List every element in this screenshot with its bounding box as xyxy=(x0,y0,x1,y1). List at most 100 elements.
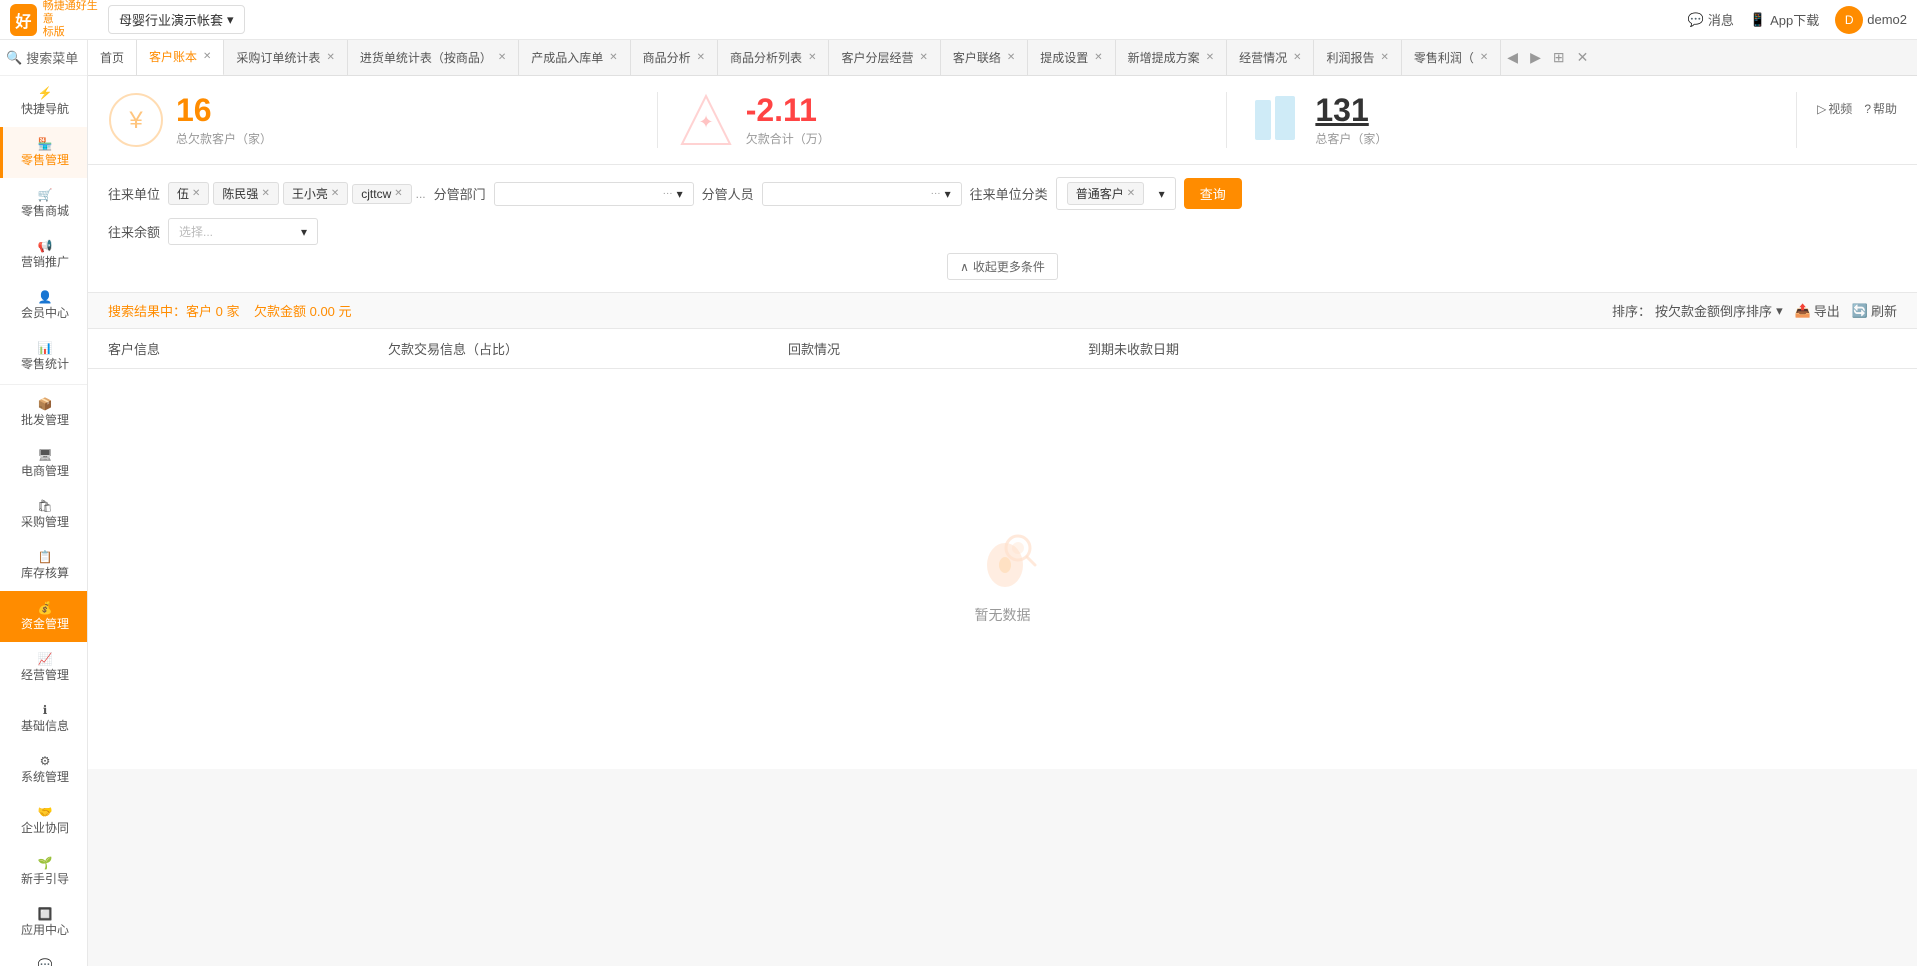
results-info: 搜索结果中：客户 0 家 欠款金额 0.00 元 xyxy=(108,301,352,320)
inventory-icon: 📋 xyxy=(9,550,81,564)
department-select[interactable]: ··· ▾ xyxy=(494,182,694,206)
debt-amount: -2.11 xyxy=(746,94,830,126)
export-button[interactable]: 📤 导出 xyxy=(1795,301,1840,320)
tab-operations[interactable]: 经营情况 ✕ xyxy=(1227,40,1314,76)
sidebar-item-marketing[interactable]: 📢 营销推广 xyxy=(0,229,87,280)
tab-product-analysis[interactable]: 商品分析 ✕ xyxy=(631,40,718,76)
tab-close-icon[interactable]: ✕ xyxy=(808,52,816,63)
tab-close-icon[interactable]: ✕ xyxy=(697,52,705,63)
sidebar-item-basic-info[interactable]: ℹ 基础信息 xyxy=(0,693,87,744)
tab-close-icon[interactable]: ✕ xyxy=(1480,52,1488,63)
sidebar-item-newbie[interactable]: 🌱 新手引导 xyxy=(0,846,87,897)
message-button[interactable]: 💬 消息 xyxy=(1688,10,1734,29)
tab-product-inbound[interactable]: 产成品入库单 ✕ xyxy=(519,40,630,76)
tab-product-analysis-list[interactable]: 商品分析列表 ✕ xyxy=(718,40,829,76)
sidebar-item-inventory[interactable]: 📋 库存核算 xyxy=(0,540,87,591)
debt-stat-numbers: -2.11 欠款合计（万） xyxy=(746,94,830,147)
sidebar: 🔍 搜索菜单 ⚡ 快捷导航 🏪 零售管理 🛒 零售商城 📢 营销推广 👤 会员中… xyxy=(0,40,88,966)
tab-home[interactable]: 首页 xyxy=(88,40,137,76)
filter-more-tags[interactable]: ... xyxy=(416,187,426,201)
help-link[interactable]: ? 帮助 xyxy=(1864,100,1897,117)
top-bar: 好 畅捷通好生意 标版 母婴行业演示帐套 ▾ 💬 消息 📱 App下载 D de… xyxy=(0,0,1917,40)
sidebar-item-app-center[interactable]: 🔲 应用中心 xyxy=(0,897,87,948)
tab-profit-report[interactable]: 利润报告 ✕ xyxy=(1314,40,1401,76)
col-repayment: 回款情况 xyxy=(788,339,1088,358)
tab-new-promotion[interactable]: 新增提成方案 ✕ xyxy=(1116,40,1227,76)
sidebar-item-operations[interactable]: 📈 经营管理 xyxy=(0,642,87,693)
tab-customer-contact[interactable]: 客户联络 ✕ xyxy=(941,40,1028,76)
tab-close-all-icon[interactable]: ✕ xyxy=(1571,49,1595,66)
play-icon: ▷ xyxy=(1817,102,1826,116)
video-link[interactable]: ▷ 视频 xyxy=(1817,100,1852,117)
empty-text: 暂无数据 xyxy=(975,605,1031,625)
filter-tag-wang[interactable]: 王小亮 ✕ xyxy=(283,182,348,205)
tab-customer-accounts[interactable]: 客户账本 ✕ xyxy=(137,40,224,76)
collapse-button[interactable]: ∧ 收起更多条件 xyxy=(947,253,1058,280)
total-count: 131 xyxy=(1315,94,1387,126)
balance-select[interactable]: 选择... ▾ xyxy=(168,218,318,245)
tab-close-icon[interactable]: ✕ xyxy=(1094,52,1102,63)
tab-close-icon[interactable]: ✕ xyxy=(1007,52,1015,63)
refresh-button[interactable]: 🔄 刷新 xyxy=(1852,301,1897,320)
filter-tag-cjttcw[interactable]: cjttcw ✕ xyxy=(352,184,411,204)
col-overdue-date: 到期未收款日期 xyxy=(1088,339,1897,358)
tab-expand-icon[interactable]: ⊞ xyxy=(1547,49,1571,66)
filter-tag-wu[interactable]: 伍 ✕ xyxy=(168,182,209,205)
tab-promotion-settings[interactable]: 提成设置 ✕ xyxy=(1028,40,1115,76)
sidebar-item-enterprise-coop[interactable]: 🤝 企业协同 xyxy=(0,795,87,846)
unit-type-select[interactable]: 普通客户 ✕ ▾ xyxy=(1056,177,1176,210)
query-button[interactable]: 查询 xyxy=(1184,178,1242,209)
wechat-icon: 💬 xyxy=(9,958,81,966)
tab-inbound-stats[interactable]: 进货单统计表（按商品） ✕ xyxy=(348,40,519,76)
sidebar-item-retail[interactable]: 🏪 零售管理 xyxy=(0,127,87,178)
mall-icon: 🛒 xyxy=(9,188,81,202)
balance-label: 往来余额 xyxy=(108,222,160,241)
logo-area: 好 畅捷通好生意 标版 xyxy=(10,0,98,39)
tab-customer-segment[interactable]: 客户分层经营 ✕ xyxy=(829,40,940,76)
app-download-button[interactable]: 📱 App下载 xyxy=(1750,10,1819,29)
sidebar-item-quick-nav[interactable]: ⚡ 快捷导航 xyxy=(0,76,87,127)
tab-close-icon[interactable]: ✕ xyxy=(1293,52,1301,63)
manager-select[interactable]: ··· ▾ xyxy=(762,182,962,206)
sidebar-item-system[interactable]: ⚙ 系统管理 xyxy=(0,744,87,795)
account-selector[interactable]: 母婴行业演示帐套 ▾ xyxy=(108,5,245,34)
tab-close-icon[interactable]: ✕ xyxy=(498,52,506,63)
tab-nav-right[interactable]: ▶ xyxy=(1524,49,1547,66)
tab-bar: 首页 客户账本 ✕ 采购订单统计表 ✕ 进货单统计表（按商品） ✕ 产成品入库单… xyxy=(88,40,1917,76)
tag-close-icon[interactable]: ✕ xyxy=(394,188,402,199)
tab-close-icon[interactable]: ✕ xyxy=(609,52,617,63)
filter-tag-chen[interactable]: 陈民强 ✕ xyxy=(213,182,278,205)
sidebar-item-member[interactable]: 👤 会员中心 xyxy=(0,280,87,331)
sidebar-item-finance[interactable]: 💰 资金管理 xyxy=(0,591,87,642)
sidebar-item-purchase[interactable]: 🛍 采购管理 xyxy=(0,489,87,540)
search-menu-item[interactable]: 🔍 搜索菜单 xyxy=(0,40,87,76)
tab-close-icon[interactable]: ✕ xyxy=(919,52,927,63)
chevron-down-icon: ▾ xyxy=(945,187,951,201)
tag-close-icon[interactable]: ✕ xyxy=(192,188,200,199)
stat-block-total: 131 总客户（家） xyxy=(1247,92,1797,148)
tag-close-icon[interactable]: ✕ xyxy=(331,188,339,199)
total-label: 总客户（家） xyxy=(1315,130,1387,147)
tab-close-icon[interactable]: ✕ xyxy=(203,51,211,62)
sort-selector[interactable]: 排序： 按欠款金额倒序排序 ▾ xyxy=(1612,301,1783,320)
tag-close-icon[interactable]: ✕ xyxy=(261,188,269,199)
sidebar-item-ecommerce[interactable]: 🖥 电商管理 xyxy=(0,438,87,489)
tab-close-icon[interactable]: ✕ xyxy=(1206,52,1214,63)
tab-close-icon[interactable]: ✕ xyxy=(326,52,334,63)
avatar: D xyxy=(1835,6,1863,34)
tab-purchase-order[interactable]: 采购订单统计表 ✕ xyxy=(224,40,347,76)
unit-type-tag[interactable]: 普通客户 ✕ xyxy=(1067,182,1144,205)
tag-close-icon[interactable]: ✕ xyxy=(1127,188,1135,199)
total-stat-numbers: 131 总客户（家） xyxy=(1315,94,1387,147)
sidebar-item-retail-stats[interactable]: 📊 零售统计 xyxy=(0,331,87,382)
user-menu[interactable]: D demo2 xyxy=(1835,6,1907,34)
tab-close-icon[interactable]: ✕ xyxy=(1381,52,1389,63)
tab-nav-left[interactable]: ◀ xyxy=(1501,49,1524,66)
svg-text:✦: ✦ xyxy=(698,112,713,132)
purchase-icon: 🛍 xyxy=(9,499,81,513)
tab-retail-profit[interactable]: 零售利润（ ✕ xyxy=(1402,40,1501,76)
sidebar-item-retail-mall[interactable]: 🛒 零售商城 xyxy=(0,178,87,229)
customers-stat-numbers: 16 总欠款客户（家） xyxy=(176,94,272,147)
sidebar-item-enterprise-wechat[interactable]: 💬 企业微信 xyxy=(0,948,87,966)
sidebar-item-wholesale[interactable]: 📦 批发管理 xyxy=(0,387,87,438)
